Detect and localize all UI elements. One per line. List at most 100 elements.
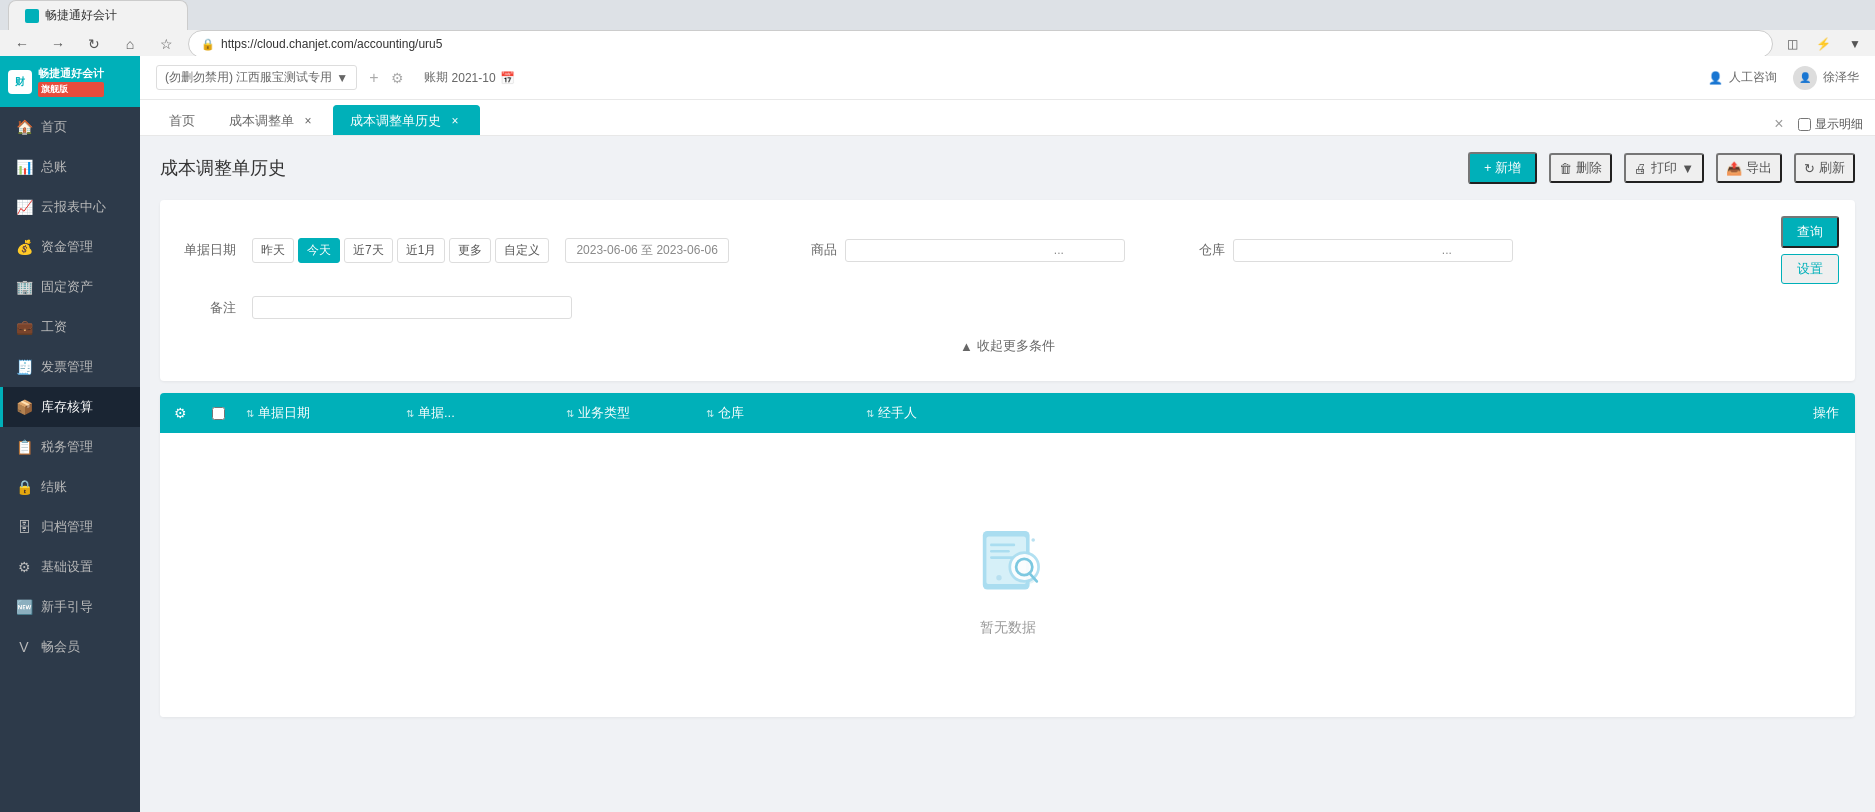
- home-button[interactable]: ⌂: [116, 30, 144, 58]
- sidebar-item-label-inventory: 库存核算: [41, 398, 93, 416]
- display-toggle-label[interactable]: 显示明细: [1815, 116, 1863, 133]
- goods-more-btn[interactable]: ...: [1054, 243, 1064, 257]
- date-btn-more[interactable]: 更多: [449, 238, 491, 263]
- filter-card: 单据日期 昨天 今天 近7天 近1月 更多 自定义 2023-06-06 至 2…: [160, 200, 1855, 381]
- display-toggle-checkbox[interactable]: [1798, 118, 1811, 131]
- warehouse-more-btn[interactable]: ...: [1442, 243, 1452, 257]
- sidebar-item-label-guide: 新手引导: [41, 598, 93, 616]
- dropdown-button[interactable]: ▼: [1843, 35, 1867, 53]
- user-name: 徐泽华: [1823, 69, 1859, 86]
- sidebar-item-close[interactable]: 🔒 结账: [0, 467, 140, 507]
- sort-icon-no: ⇅: [406, 408, 414, 419]
- sidebar-item-label-invoice: 发票管理: [41, 358, 93, 376]
- tax-icon: 📋: [15, 439, 33, 455]
- th-date[interactable]: ⇅ 单据日期: [236, 404, 396, 422]
- goods-input[interactable]: [854, 243, 1054, 258]
- tab-cost-adjust-close[interactable]: ×: [300, 113, 316, 129]
- consulting-label: 人工咨询: [1729, 69, 1777, 86]
- address-bar[interactable]: 🔒 https://cloud.chanjet.com/accounting/u…: [188, 30, 1773, 58]
- url-text: https://cloud.chanjet.com/accounting/uru…: [221, 37, 442, 51]
- guide-icon: 🆕: [15, 599, 33, 615]
- goods-filter-group: 商品 ...: [777, 239, 1125, 262]
- export-button[interactable]: 📤 导出: [1716, 153, 1782, 183]
- date-btn-1month[interactable]: 近1月: [397, 238, 446, 263]
- th-warehouse[interactable]: ⇅ 仓库: [696, 404, 856, 422]
- delete-label: 删除: [1576, 159, 1602, 177]
- sidebar-item-ledger[interactable]: 📊 总账: [0, 147, 140, 187]
- user-menu[interactable]: 👤 徐泽华: [1793, 66, 1859, 90]
- note-input-wrap: [252, 296, 572, 319]
- app-container: 财 畅捷通好会计 旗舰版 🏠 首页 📊 总账 📈 云报表中心 💰 资金管理 🏢 …: [0, 56, 1875, 812]
- th-no-label: 单据...: [418, 404, 455, 422]
- back-button[interactable]: ←: [8, 30, 36, 58]
- date-btn-7days[interactable]: 近7天: [344, 238, 393, 263]
- sort-icon-operator: ⇅: [866, 408, 874, 419]
- sidebar-item-invoice[interactable]: 🧾 发票管理: [0, 347, 140, 387]
- tab-cost-adjust[interactable]: 成本调整单 ×: [212, 105, 333, 135]
- warehouse-filter-group: 仓库 ...: [1165, 239, 1513, 262]
- calendar-icon[interactable]: 📅: [500, 71, 515, 85]
- sidebar-item-inventory[interactable]: 📦 库存核算: [0, 387, 140, 427]
- gear-icon: ⚙: [174, 405, 187, 421]
- sidebar-item-tax[interactable]: 📋 税务管理: [0, 427, 140, 467]
- assets-icon: 🏢: [15, 279, 33, 295]
- sidebar-item-funds[interactable]: 💰 资金管理: [0, 227, 140, 267]
- print-button[interactable]: 🖨 打印 ▼: [1624, 153, 1704, 183]
- consulting-button[interactable]: 👤 人工咨询: [1708, 69, 1777, 86]
- sidebar-item-label-close: 结账: [41, 478, 67, 496]
- delete-button[interactable]: 🗑 删除: [1549, 153, 1612, 183]
- salary-icon: 💼: [15, 319, 33, 335]
- tab-home[interactable]: 首页: [152, 105, 212, 135]
- sidebar-item-label-ledger: 总账: [41, 158, 67, 176]
- company-selector[interactable]: (勿删勿禁用) 江西服宝测试专用 ▼: [156, 65, 357, 90]
- lightning-button[interactable]: ⚡: [1810, 35, 1837, 53]
- table-select-all[interactable]: [200, 407, 236, 420]
- sidebar-item-salary[interactable]: 💼 工资: [0, 307, 140, 347]
- window-close-button[interactable]: ×: [1768, 113, 1790, 135]
- sort-icon-type: ⇅: [566, 408, 574, 419]
- collapse-button[interactable]: ▲ 收起更多条件: [944, 331, 1071, 361]
- add-button[interactable]: + 新增: [1468, 152, 1537, 184]
- th-operator[interactable]: ⇅ 经手人: [856, 404, 1016, 422]
- tab-home-label: 首页: [169, 112, 195, 130]
- settings-gear-icon[interactable]: ⚙: [391, 70, 404, 86]
- table-settings-icon[interactable]: ⚙: [160, 405, 200, 421]
- warehouse-input[interactable]: [1242, 243, 1442, 258]
- page-header: 成本调整单历史 + 新增 🗑 删除 🖨 打印 ▼ 📤 导出: [160, 152, 1855, 184]
- goods-input-wrap: ...: [845, 239, 1125, 262]
- avatar: 👤: [1793, 66, 1817, 90]
- sidebar-item-archive[interactable]: 🗄 归档管理: [0, 507, 140, 547]
- sidebar-item-guide[interactable]: 🆕 新手引导: [0, 587, 140, 627]
- sidebar-item-vip[interactable]: V 畅会员: [0, 627, 140, 667]
- sidebar-item-report[interactable]: 📈 云报表中心: [0, 187, 140, 227]
- date-btn-custom[interactable]: 自定义: [495, 238, 549, 263]
- sidebar-item-assets[interactable]: 🏢 固定资产: [0, 267, 140, 307]
- th-type[interactable]: ⇅ 业务类型: [556, 404, 696, 422]
- th-type-label: 业务类型: [578, 404, 630, 422]
- reload-button[interactable]: ↻: [80, 30, 108, 58]
- forward-button[interactable]: →: [44, 30, 72, 58]
- date-btn-today[interactable]: 今天: [298, 238, 340, 263]
- extensions-button[interactable]: ◫: [1781, 35, 1804, 53]
- refresh-button[interactable]: ↻ 刷新: [1794, 153, 1855, 183]
- th-no[interactable]: ⇅ 单据...: [396, 404, 556, 422]
- add-company-button[interactable]: +: [369, 69, 378, 87]
- select-all-checkbox[interactable]: [212, 407, 225, 420]
- period-label: 账期: [424, 69, 448, 86]
- note-input[interactable]: [261, 300, 541, 315]
- th-date-label: 单据日期: [258, 404, 310, 422]
- tab-cost-adjust-history-close[interactable]: ×: [447, 113, 463, 129]
- date-range-display: 2023-06-06 至 2023-06-06: [565, 238, 728, 263]
- sidebar-item-settings[interactable]: ⚙ 基础设置: [0, 547, 140, 587]
- sidebar-item-home[interactable]: 🏠 首页: [0, 107, 140, 147]
- archive-icon: 🗄: [15, 519, 33, 535]
- bookmark-button[interactable]: ☆: [152, 30, 180, 58]
- browser-tab-title: 畅捷通好会计: [45, 7, 117, 24]
- ledger-icon: 📊: [15, 159, 33, 175]
- tab-cost-adjust-history[interactable]: 成本调整单历史 ×: [333, 105, 480, 135]
- date-btn-yesterday[interactable]: 昨天: [252, 238, 294, 263]
- query-button[interactable]: 查询: [1781, 216, 1839, 248]
- settings-button[interactable]: 设置: [1781, 254, 1839, 284]
- browser-active-tab[interactable]: 畅捷通好会计: [8, 0, 188, 30]
- consulting-icon: 👤: [1708, 71, 1723, 85]
